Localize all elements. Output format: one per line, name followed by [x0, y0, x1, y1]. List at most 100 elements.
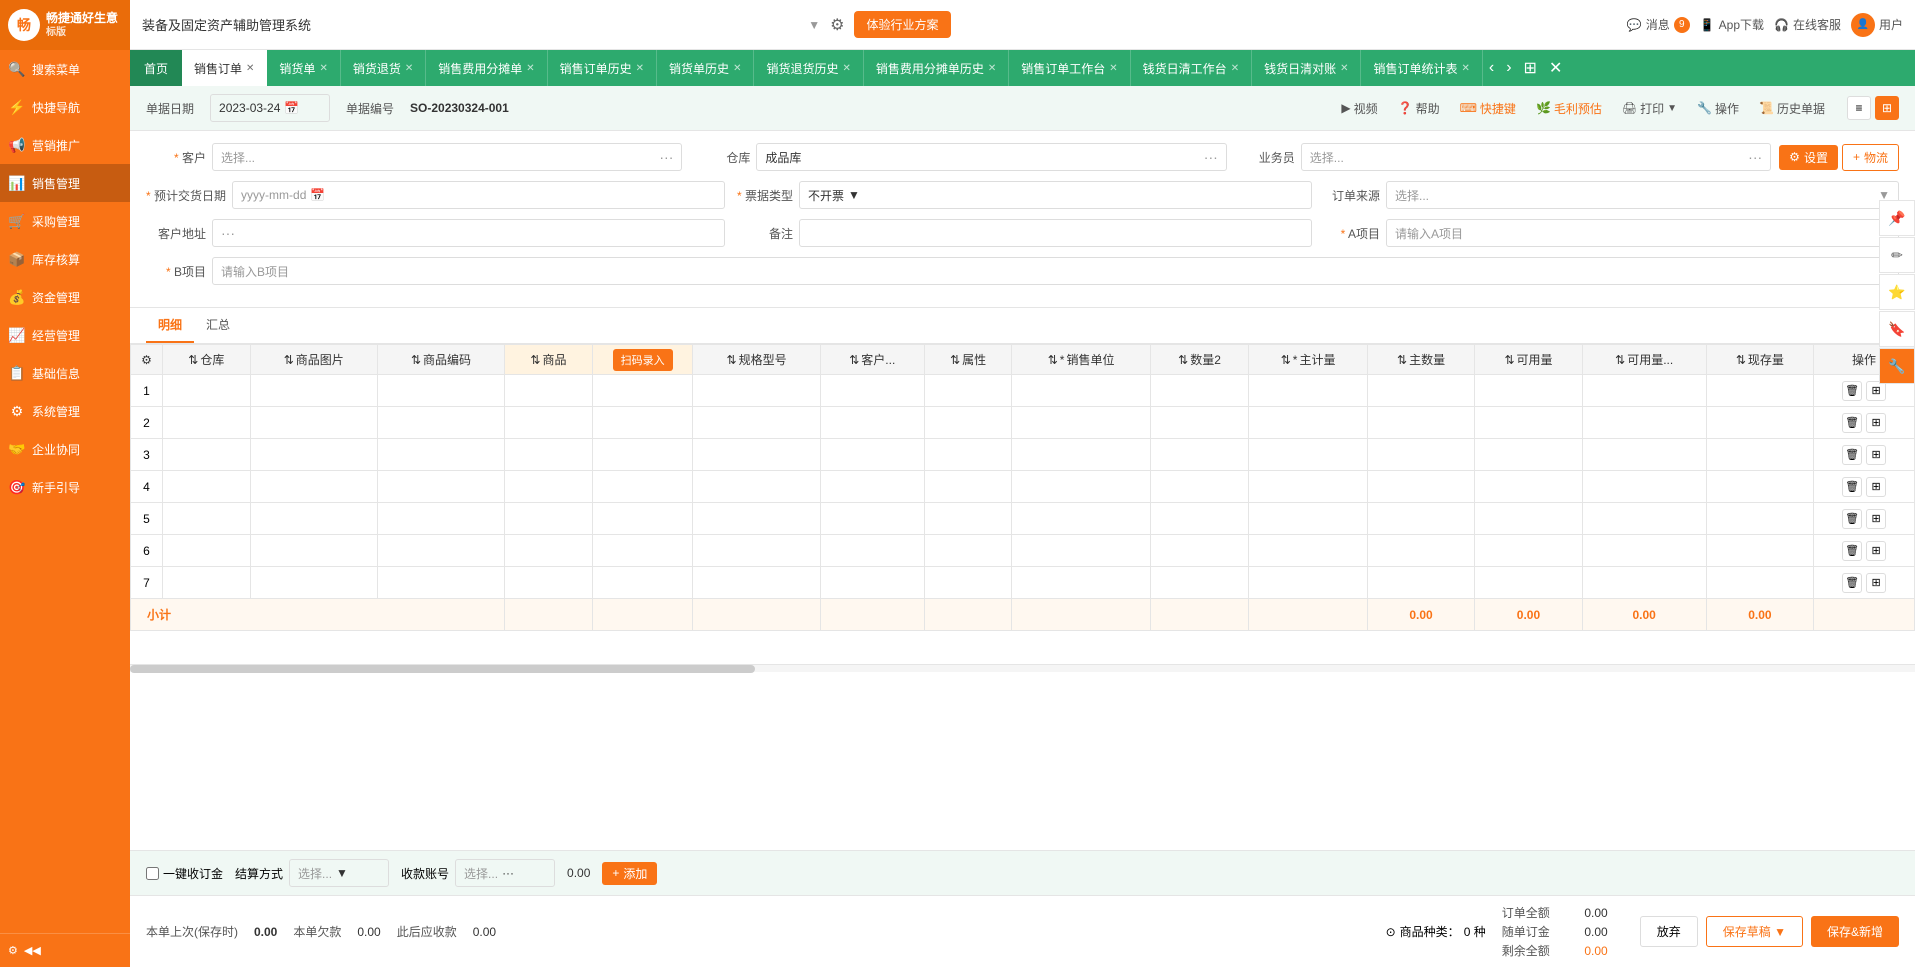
solution-button[interactable]: 体验行业方案 — [854, 11, 950, 38]
tab-close-icon[interactable]: ✕ — [988, 63, 996, 74]
tab-close-icon[interactable]: ✕ — [1340, 63, 1348, 74]
col-customer-code[interactable]: ⇅客户... — [820, 345, 924, 375]
sidebar-settings-icon[interactable]: ⚙ — [8, 944, 18, 957]
message-center[interactable]: 💬 消息 9 — [1627, 16, 1690, 33]
sidebar-item-search[interactable]: 🔍 搜索菜单 — [0, 50, 130, 88]
col-qty2[interactable]: ⇅数量2 — [1150, 345, 1249, 375]
row-copy-btn[interactable]: ⊞ — [1866, 573, 1886, 593]
save-draft-button[interactable]: 保存草稿 ▼ — [1706, 916, 1803, 947]
sidebar-item-tutorial[interactable]: 🎯 新手引导 — [0, 468, 130, 506]
order-source-input[interactable]: 选择... ▼ — [1386, 181, 1899, 209]
row-product-img[interactable] — [250, 375, 377, 407]
sidebar-item-sales[interactable]: 📊 销售管理 — [0, 164, 130, 202]
row-product-code[interactable] — [377, 375, 504, 407]
row-delete-btn[interactable]: 🗑 — [1842, 573, 1862, 593]
row-copy-btn[interactable]: ⊞ — [1866, 509, 1886, 529]
table-scroll-wrapper[interactable]: ⚙ ⇅仓库 ⇅商品图片 ⇅商品编码 — [130, 344, 1915, 664]
tab-menu[interactable]: ⊞ — [1518, 58, 1543, 78]
row-copy-btn[interactable]: ⊞ — [1866, 541, 1886, 561]
payment-method-select[interactable]: 选择... ▼ — [289, 859, 389, 887]
row-warehouse[interactable] — [163, 375, 251, 407]
tab-order-workbench[interactable]: 销售订单工作台 ✕ — [1009, 50, 1130, 86]
scan-btn[interactable]: 扫码录入 — [613, 349, 673, 371]
tab-expense-split[interactable]: 销售费用分摊单 ✕ — [426, 50, 547, 86]
tab-sales-slip[interactable]: 销货单 ✕ — [267, 50, 340, 86]
help-btn[interactable]: ❓ 帮助 — [1392, 97, 1446, 120]
b-project-input[interactable]: 请输入B项目 — [212, 257, 1899, 285]
tab-sales-stats[interactable]: 销售订单统计表 ✕ — [1361, 50, 1482, 86]
row-stock[interactable] — [1706, 375, 1813, 407]
sidebar-item-marketing[interactable]: 📢 营销推广 — [0, 126, 130, 164]
floating-edit-btn[interactable]: ✏ — [1879, 237, 1915, 273]
tab-detail[interactable]: 明细 — [146, 308, 194, 343]
col-product-img[interactable]: ⇅商品图片 — [250, 345, 377, 375]
tab-close-icon[interactable]: ✕ — [1109, 63, 1117, 74]
tab-close-icon[interactable]: ✕ — [1462, 63, 1470, 74]
tab-close-icon[interactable]: ✕ — [246, 63, 254, 74]
row-copy-btn[interactable]: ⊞ — [1866, 477, 1886, 497]
tab-next[interactable]: › — [1500, 59, 1517, 77]
customer-input[interactable]: 选择... ··· — [212, 143, 682, 171]
tab-home[interactable]: 首页 — [130, 50, 182, 86]
sidebar-item-finance[interactable]: 💰 资金管理 — [0, 278, 130, 316]
payment-checkbox[interactable] — [146, 867, 159, 880]
sidebar-item-quick-nav[interactable]: ⚡ 快捷导航 — [0, 88, 130, 126]
operation-btn[interactable]: 🔧 操作 — [1691, 97, 1745, 120]
remark-input[interactable] — [799, 219, 1312, 247]
tab-close-all[interactable]: ✕ — [1543, 58, 1568, 78]
dropdown-arrow-icon[interactable]: ▼ — [808, 18, 820, 32]
row-available[interactable] — [1475, 375, 1582, 407]
layout-list-btn[interactable]: ≡ — [1847, 96, 1871, 120]
product-count-icon[interactable]: ⊙ — [1386, 925, 1396, 939]
row-delete-btn[interactable]: 🗑 — [1842, 413, 1862, 433]
sidebar-item-business[interactable]: 📈 经营管理 — [0, 316, 130, 354]
tab-slip-history[interactable]: 销货单历史 ✕ — [657, 50, 754, 86]
app-download[interactable]: 📱 App下载 — [1700, 16, 1764, 33]
row-delete-btn[interactable]: 🗑 — [1842, 509, 1862, 529]
invoice-select[interactable]: 不开票 ▼ — [799, 181, 1312, 209]
row-available2[interactable] — [1582, 375, 1706, 407]
sidebar-item-purchase[interactable]: 🛒 采购管理 — [0, 202, 130, 240]
sidebar-item-base-info[interactable]: 📋 基础信息 — [0, 354, 130, 392]
col-available2[interactable]: ⇅可用量... — [1582, 345, 1706, 375]
settings-orange-btn[interactable]: ⚙ 设置 — [1779, 145, 1838, 170]
row-copy-btn[interactable]: ⊞ — [1866, 413, 1886, 433]
row-delete-btn[interactable]: 🗑 — [1842, 477, 1862, 497]
tab-prev[interactable]: ‹ — [1483, 59, 1500, 77]
col-product-name[interactable]: ⇅商品 — [505, 345, 593, 375]
col-warehouse[interactable]: ⇅仓库 — [163, 345, 251, 375]
floating-pin-btn[interactable]: 📌 — [1879, 200, 1915, 236]
col-stock[interactable]: ⇅现存量 — [1706, 345, 1813, 375]
col-product-code[interactable]: ⇅商品编码 — [377, 345, 504, 375]
tab-close-icon[interactable]: ✕ — [405, 63, 413, 74]
row-copy-btn[interactable]: ⊞ — [1866, 445, 1886, 465]
tab-returns[interactable]: 销货退货 ✕ — [341, 50, 426, 86]
staff-input[interactable]: 选择... ··· — [1301, 143, 1771, 171]
tab-daily-workbench[interactable]: 钱货日清工作台 ✕ — [1131, 50, 1252, 86]
profit-btn[interactable]: 🌿 毛利预估 — [1530, 97, 1608, 120]
settings-icon[interactable]: ⚙ — [830, 15, 844, 35]
col-main-unit[interactable]: ⇅*主计量 — [1249, 345, 1367, 375]
tab-close-icon[interactable]: ✕ — [733, 63, 741, 74]
discard-button[interactable]: 放弃 — [1640, 916, 1698, 947]
shortcut-btn[interactable]: ⌨ 快捷键 — [1454, 97, 1522, 120]
tab-order-history[interactable]: 销售订单历史 ✕ — [548, 50, 657, 86]
tab-summary[interactable]: 汇总 — [194, 308, 242, 343]
sidebar-item-system[interactable]: ⚙ 系统管理 — [0, 392, 130, 430]
delivery-date-input[interactable]: yyyy-mm-dd 📅 — [232, 181, 725, 209]
print-btn[interactable]: 🖨 打印 ▼ — [1616, 97, 1683, 120]
row-customer-code[interactable] — [820, 375, 924, 407]
save-new-button[interactable]: 保存&新增 — [1811, 916, 1899, 947]
tab-daily-reconcile[interactable]: 钱货日清对账 ✕ — [1252, 50, 1361, 86]
row-main-qty[interactable] — [1367, 375, 1474, 407]
row-attr[interactable] — [924, 375, 1012, 407]
sidebar-item-cooperation[interactable]: 🤝 企业协同 — [0, 430, 130, 468]
warehouse-input[interactable]: 成品库 ··· — [756, 143, 1226, 171]
tab-close-icon[interactable]: ✕ — [1231, 63, 1239, 74]
col-settings[interactable]: ⚙ — [131, 345, 163, 375]
row-delete-btn[interactable]: 🗑 — [1842, 445, 1862, 465]
view-btn[interactable]: ▶ 视频 — [1335, 97, 1383, 120]
col-available[interactable]: ⇅可用量 — [1475, 345, 1582, 375]
tab-returns-history[interactable]: 销货退货历史 ✕ — [754, 50, 863, 86]
floating-bookmark-btn[interactable]: 🔖 — [1879, 311, 1915, 347]
